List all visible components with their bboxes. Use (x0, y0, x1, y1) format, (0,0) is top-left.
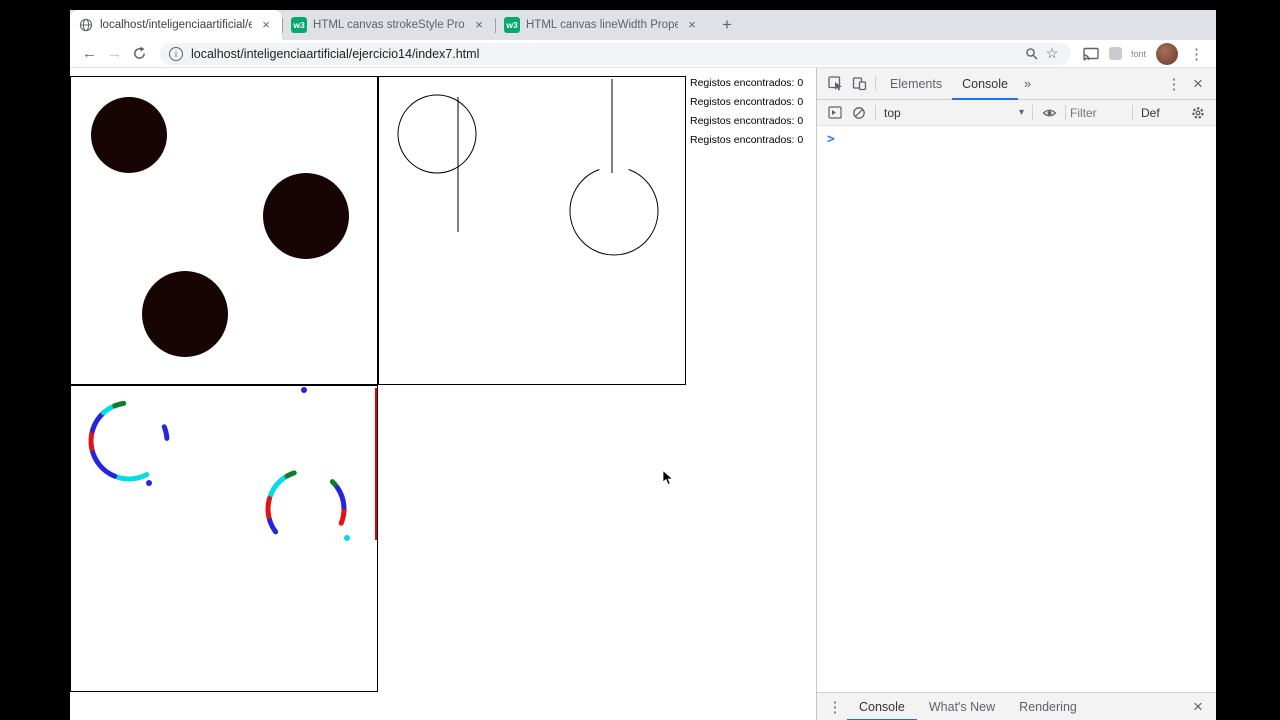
tab-w3schools-strokestyle[interactable]: w3 HTML canvas strokeStyle Prop × (283, 10, 495, 40)
log-levels-dropdown[interactable]: Def (1137, 106, 1164, 120)
url-text: localhost/inteligenciaartificial/ejercic… (191, 46, 480, 61)
font-extension-label[interactable]: font (1131, 49, 1146, 59)
separator (1065, 105, 1066, 120)
devtools-drawer: ⋮ Console What's New Rendering × (817, 692, 1216, 720)
tab-localhost[interactable]: localhost/inteligenciaartificial/e × (70, 10, 282, 40)
drawer-tab-console[interactable]: Console (847, 693, 917, 720)
canvas-filled-circles[interactable] (70, 76, 378, 385)
device-toolbar-icon[interactable] (847, 73, 871, 95)
profile-avatar[interactable] (1156, 42, 1178, 65)
content-area: Registos encontrados: 0 Registos encontr… (70, 68, 1216, 720)
zoom-icon[interactable] (1022, 44, 1042, 64)
w3schools-favicon-icon: w3 (291, 17, 307, 33)
canvas-colored-arcs[interactable] (70, 385, 378, 692)
extension-icon[interactable] (1108, 47, 1122, 60)
context-selector-value: top (884, 105, 901, 120)
tab-title: HTML canvas lineWidth Proper (526, 19, 678, 31)
tab-strip: localhost/inteligenciaartificial/e × w3 … (70, 10, 1216, 40)
separator (1032, 105, 1033, 120)
separator (1132, 105, 1133, 120)
drawer-tab-whats-new[interactable]: What's New (917, 693, 1007, 720)
console-toolbar: top ▾ Def (817, 100, 1216, 126)
tab-console[interactable]: Console (952, 68, 1018, 100)
back-button[interactable]: ← (77, 41, 102, 66)
console-output[interactable]: > (817, 126, 1216, 692)
canvas-outline-shapes[interactable] (378, 76, 686, 385)
separator (875, 105, 876, 120)
browser-window: localhost/inteligenciaartificial/e × w3 … (70, 10, 1216, 720)
tab-title: HTML canvas strokeStyle Prop (313, 19, 465, 31)
result-line: Registos encontrados: 0 (690, 77, 804, 89)
w3schools-favicon-icon: w3 (504, 17, 520, 33)
console-prompt-icon: > (827, 132, 835, 147)
tab-close-icon[interactable]: × (258, 17, 274, 33)
result-line: Registos encontrados: 0 (690, 115, 804, 127)
devtools-close-icon[interactable]: × (1186, 73, 1210, 95)
globe-favicon-icon (78, 17, 94, 33)
browser-toolbar: ← → i localhost/inteligenciaartificial/e… (70, 40, 1216, 68)
separator (875, 76, 876, 91)
mouse-cursor (662, 470, 674, 486)
tab-close-icon[interactable]: × (471, 17, 487, 33)
address-bar[interactable]: i localhost/inteligenciaartificial/ejerc… (160, 42, 1071, 65)
settings-gear-icon[interactable] (1186, 102, 1210, 124)
tab-w3schools-linewidth[interactable]: w3 HTML canvas lineWidth Proper × (496, 10, 708, 40)
drawer-tab-rendering[interactable]: Rendering (1007, 693, 1089, 720)
page-content: Registos encontrados: 0 Registos encontr… (70, 68, 816, 720)
info-icon[interactable]: i (169, 46, 183, 61)
tab-elements[interactable]: Elements (880, 68, 952, 100)
devtools-header: Elements Console » ⋮ × (817, 68, 1216, 100)
result-line: Registos encontrados: 0 (690, 96, 804, 108)
drawer-menu-icon[interactable]: ⋮ (823, 696, 847, 718)
tab-title: localhost/inteligenciaartificial/e (100, 19, 252, 31)
more-panels-icon[interactable]: » (1018, 76, 1037, 91)
result-line: Registos encontrados: 0 (690, 134, 804, 146)
console-sidebar-icon[interactable] (823, 102, 847, 124)
drawer-close-icon[interactable]: × (1186, 696, 1210, 718)
live-expression-eye-icon[interactable] (1037, 102, 1061, 124)
screen: localhost/inteligenciaartificial/e × w3 … (0, 0, 1280, 720)
inspect-element-icon[interactable] (823, 73, 847, 95)
bookmark-star-icon[interactable]: ☆ (1042, 44, 1062, 64)
tab-close-icon[interactable]: × (684, 17, 700, 33)
forward-button[interactable]: → (102, 41, 127, 66)
new-tab-button[interactable]: + (714, 12, 740, 38)
clear-console-icon[interactable] (847, 102, 871, 124)
console-filter-input[interactable] (1070, 105, 1128, 120)
reload-button[interactable] (127, 41, 152, 66)
browser-menu-icon[interactable]: ⋮ (1184, 41, 1209, 66)
context-selector[interactable]: top ▾ (880, 106, 1028, 120)
results-list: Registos encontrados: 0 Registos encontr… (690, 74, 803, 150)
chevron-down-icon: ▾ (1018, 107, 1024, 118)
devtools-panel: Elements Console » ⋮ × top ▾ Filter Def … (816, 68, 1216, 720)
devtools-menu-icon[interactable]: ⋮ (1162, 73, 1186, 95)
cast-icon[interactable] (1079, 41, 1104, 66)
